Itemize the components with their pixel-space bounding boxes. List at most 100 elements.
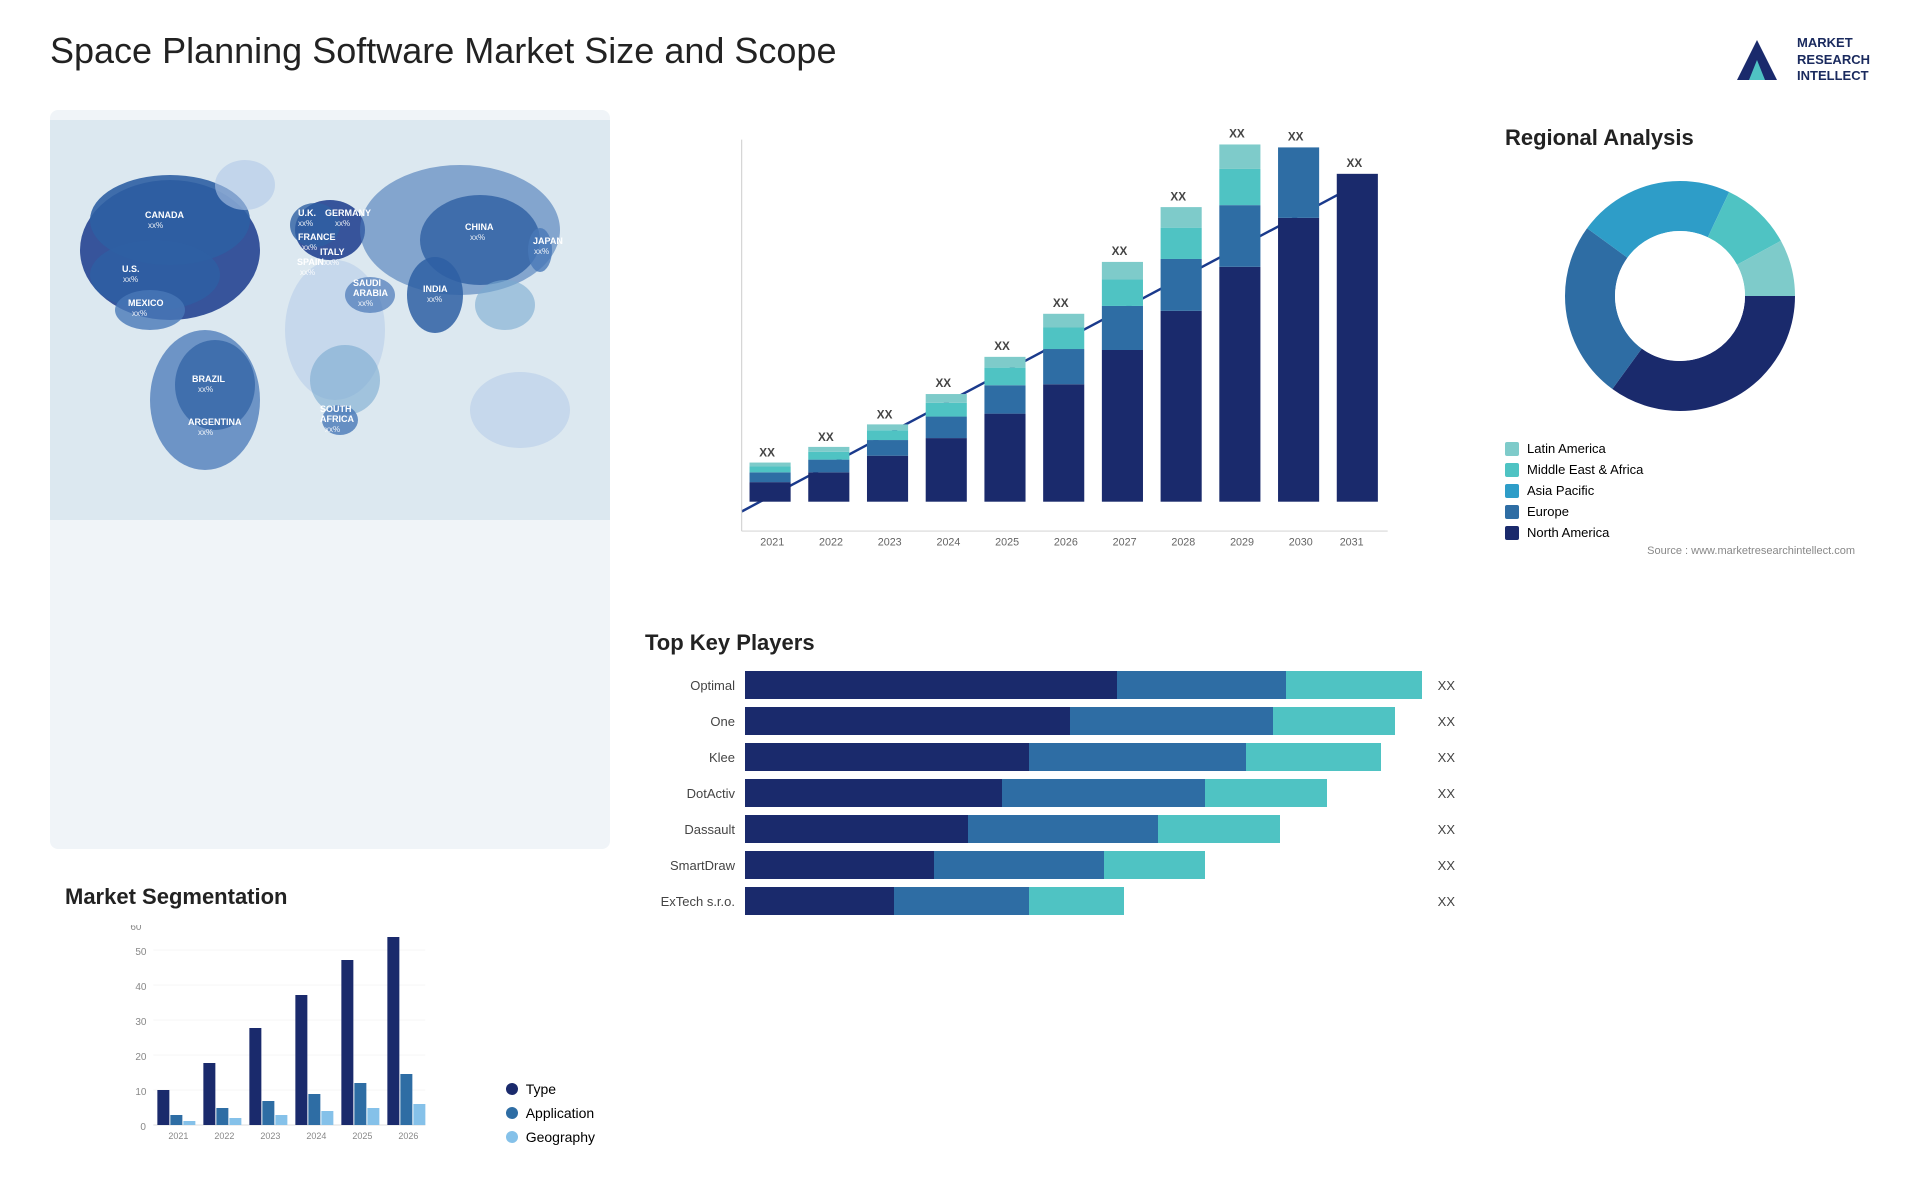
legend-label-latin: Latin America: [1527, 441, 1606, 456]
player-name-dassault: Dassault: [645, 822, 735, 837]
main-content: CANADA xx% U.S. xx% MEXICO xx% BRAZIL xx…: [50, 110, 1870, 1160]
center-section: XX 2021 XX 2022 XX 2023: [630, 110, 1470, 1160]
bar-mid: [968, 815, 1157, 843]
bar-dark: [745, 671, 1117, 699]
svg-text:40: 40: [135, 982, 147, 993]
svg-text:xx%: xx%: [427, 295, 442, 304]
svg-text:U.S.: U.S.: [122, 264, 140, 274]
player-xx-dotactiv: XX: [1438, 786, 1455, 801]
svg-text:xx%: xx%: [534, 247, 549, 256]
bar-light: [1246, 743, 1381, 771]
svg-text:50: 50: [135, 947, 147, 958]
bar-light: [1029, 887, 1124, 915]
bar-dark: [745, 743, 1029, 771]
svg-text:2026: 2026: [398, 1131, 418, 1141]
svg-text:2023: 2023: [878, 537, 902, 549]
player-list: Optimal XX One: [645, 671, 1455, 915]
svg-text:XX: XX: [994, 340, 1010, 353]
svg-text:0: 0: [140, 1122, 146, 1133]
legend-color-na: [1505, 526, 1519, 540]
svg-text:CHINA: CHINA: [465, 222, 494, 232]
market-segmentation: Market Segmentation 0 10 20 30 40 50 60: [50, 869, 610, 1160]
svg-text:ARABIA: ARABIA: [353, 288, 388, 298]
svg-text:2028: 2028: [1171, 537, 1195, 549]
growth-chart: XX 2021 XX 2022 XX 2023: [630, 110, 1470, 595]
player-bar-klee: [745, 743, 1422, 771]
svg-text:ARGENTINA: ARGENTINA: [188, 417, 242, 427]
page-title: Space Planning Software Market Size and …: [50, 30, 836, 72]
legend-geography: Geography: [506, 1129, 595, 1145]
seg-chart-svg: 0 10 20 30 40 50 60: [65, 925, 486, 1145]
svg-text:U.K.: U.K.: [298, 208, 316, 218]
player-bar-dassault: [745, 815, 1422, 843]
svg-text:2022: 2022: [214, 1131, 234, 1141]
player-name-klee: Klee: [645, 750, 735, 765]
svg-text:60: 60: [130, 925, 142, 933]
svg-text:ITALY: ITALY: [320, 247, 345, 257]
svg-text:30: 30: [135, 1017, 147, 1028]
svg-text:xx%: xx%: [123, 275, 138, 284]
bar-mid: [934, 851, 1103, 879]
svg-text:SOUTH: SOUTH: [320, 404, 352, 414]
svg-text:AFRICA: AFRICA: [320, 414, 354, 424]
player-xx-extech: XX: [1438, 894, 1455, 909]
svg-text:JAPAN: JAPAN: [533, 236, 563, 246]
bar-dark: [745, 707, 1070, 735]
svg-text:xx%: xx%: [358, 299, 373, 308]
regional-legend: Latin America Middle East & Africa Asia …: [1505, 441, 1855, 540]
svg-text:2029: 2029: [1230, 537, 1254, 549]
player-xx-one: XX: [1438, 714, 1455, 729]
legend-color-mea: [1505, 463, 1519, 477]
player-row-smartdraw: SmartDraw XX: [645, 851, 1455, 879]
player-bar-dotactiv: [745, 779, 1422, 807]
legend-asia-pacific: Asia Pacific: [1505, 483, 1855, 498]
legend-label-asia: Asia Pacific: [1527, 483, 1594, 498]
legend-label-application: Application: [526, 1105, 595, 1121]
svg-text:SAUDI: SAUDI: [353, 278, 381, 288]
player-xx-klee: XX: [1438, 750, 1455, 765]
svg-text:INDIA: INDIA: [423, 284, 448, 294]
svg-text:MEXICO: MEXICO: [128, 298, 164, 308]
legend-color-europe: [1505, 505, 1519, 519]
svg-text:XX: XX: [1229, 128, 1245, 141]
svg-text:SPAIN: SPAIN: [297, 257, 324, 267]
player-name-optimal: Optimal: [645, 678, 735, 693]
legend-color-latin: [1505, 442, 1519, 456]
svg-text:xx%: xx%: [132, 309, 147, 318]
player-row-extech: ExTech s.r.o. XX: [645, 887, 1455, 915]
world-map-container: CANADA xx% U.S. xx% MEXICO xx% BRAZIL xx…: [50, 110, 610, 849]
legend-dot-geography: [506, 1131, 518, 1143]
player-row-optimal: Optimal XX: [645, 671, 1455, 699]
svg-text:xx%: xx%: [198, 428, 213, 437]
svg-text:XX: XX: [877, 409, 893, 422]
header: Space Planning Software Market Size and …: [50, 30, 1870, 90]
legend-label-na: North America: [1527, 525, 1609, 540]
svg-text:2031: 2031: [1340, 537, 1364, 549]
market-seg-title: Market Segmentation: [65, 884, 595, 910]
growth-chart-svg: XX 2021 XX 2022 XX 2023: [640, 120, 1460, 580]
player-bar-extech: [745, 887, 1422, 915]
svg-text:20: 20: [135, 1052, 147, 1063]
svg-text:2030: 2030: [1289, 537, 1313, 549]
seg-legend: Type Application Geography: [506, 1081, 595, 1145]
svg-text:2027: 2027: [1113, 537, 1137, 549]
legend-application: Application: [506, 1105, 595, 1121]
legend-label-type: Type: [526, 1081, 556, 1097]
legend-type: Type: [506, 1081, 595, 1097]
bar-mid: [1117, 671, 1286, 699]
logo: MARKET RESEARCH INTELLECT: [1727, 30, 1870, 90]
logo-text: MARKET RESEARCH INTELLECT: [1797, 35, 1870, 86]
bar-light: [1104, 851, 1205, 879]
svg-text:xx%: xx%: [300, 268, 315, 277]
legend-label-geography: Geography: [526, 1129, 595, 1145]
bar-light: [1205, 779, 1327, 807]
svg-text:xx%: xx%: [470, 233, 485, 242]
legend-dot-application: [506, 1107, 518, 1119]
player-row-dotactiv: DotActiv XX: [645, 779, 1455, 807]
svg-text:XX: XX: [1053, 297, 1069, 310]
right-section: Regional Analysis: [1490, 110, 1870, 1160]
player-name-one: One: [645, 714, 735, 729]
svg-text:xx%: xx%: [325, 425, 340, 434]
player-xx-smartdraw: XX: [1438, 858, 1455, 873]
svg-text:XX: XX: [818, 431, 834, 444]
